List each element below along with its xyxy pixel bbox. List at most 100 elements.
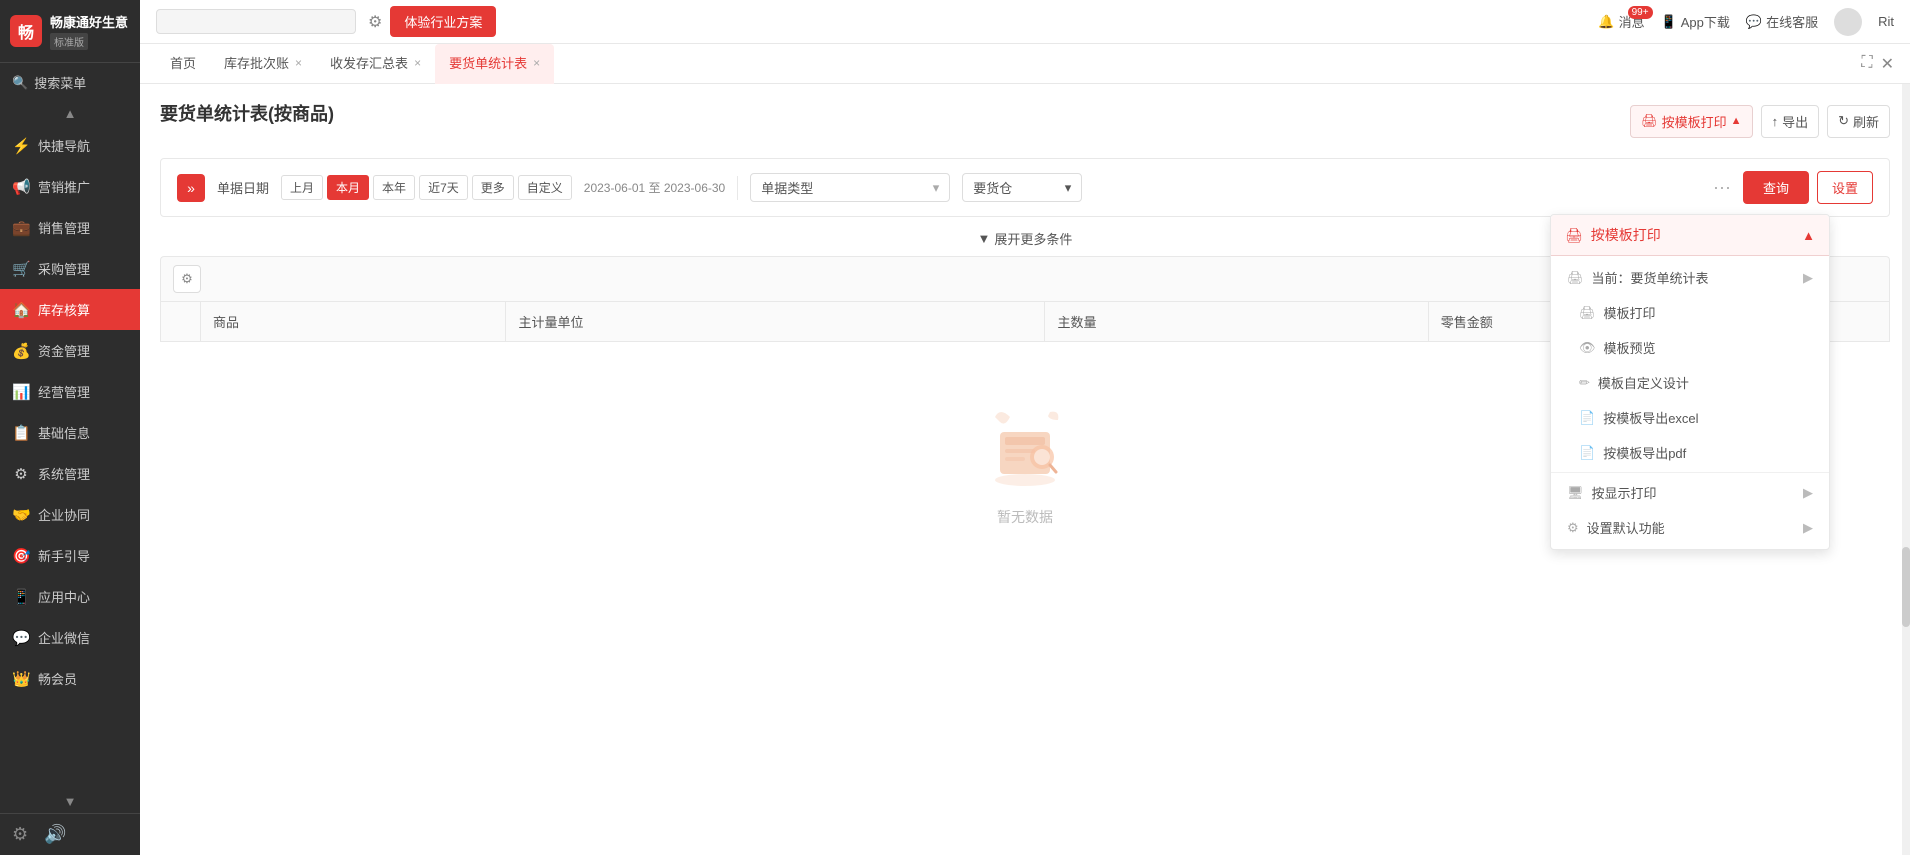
- expand-more-label: 展开更多条件: [994, 229, 1072, 248]
- set-default-label: 设置默认功能: [1587, 518, 1665, 537]
- notifications-btn[interactable]: 🔔 消息 99+: [1598, 12, 1644, 31]
- sidebar-item-kucun[interactable]: 🏠 库存核算: [0, 289, 140, 330]
- design-template-sub-item[interactable]: ✏ 模板自定义设计: [1551, 365, 1829, 400]
- date-btn-custom[interactable]: 自定义: [518, 175, 572, 200]
- print-divider-1: [1551, 472, 1829, 473]
- filter-bar: » 单据日期 上月 本月 本年 近7天 更多 自定义 2023-06-01 至 …: [160, 158, 1890, 217]
- topbar-search-input[interactable]: [165, 14, 347, 29]
- system-icon: ⚙: [12, 465, 30, 483]
- empty-state-icon: [980, 402, 1070, 492]
- print-dropdown-close-chevron[interactable]: ▲: [1802, 228, 1815, 243]
- username-text: Rit: [1878, 14, 1894, 29]
- tab-shoufahuizong-close[interactable]: ×: [414, 56, 421, 70]
- service-icon: 💬: [1746, 14, 1762, 30]
- bill-type-label: 单据类型: [761, 178, 813, 197]
- refresh-btn[interactable]: ↻ 刷新: [1827, 105, 1890, 138]
- trial-button[interactable]: 体验行业方案: [390, 6, 496, 37]
- set-default-item[interactable]: ⚙ 设置默认功能 ▶: [1551, 510, 1829, 545]
- sidebar-search[interactable]: 🔍 搜索菜单: [0, 63, 140, 102]
- more-options-btn[interactable]: ···: [1709, 171, 1735, 204]
- sidebar-item-yingxiao[interactable]: 📢 营销推广: [0, 166, 140, 207]
- sidebar-item-xinshou[interactable]: 🎯 新手引导: [0, 535, 140, 576]
- member-icon: 👑: [12, 670, 30, 688]
- sidebar-scroll-down[interactable]: ▼: [0, 790, 140, 813]
- tabs-close-icon[interactable]: ✕: [1881, 54, 1894, 74]
- app-download-btn[interactable]: 📱 App下载: [1661, 12, 1730, 31]
- expand-more-icon: ▼: [978, 231, 991, 246]
- sidebar-item-caigou[interactable]: 🛒 采购管理: [0, 248, 140, 289]
- topbar-gear-icon[interactable]: ⚙: [368, 12, 382, 32]
- nav-label-kuaijie: 快捷导航: [38, 136, 90, 155]
- date-btn-current-month[interactable]: 本月: [327, 175, 369, 200]
- yaohuo-chevron: ▾: [1065, 180, 1072, 196]
- export-btn[interactable]: ↑ 导出: [1761, 105, 1820, 138]
- marketing-icon: 📢: [12, 178, 30, 196]
- preview-template-sub-item[interactable]: 👁 模板预览: [1551, 330, 1829, 365]
- sidebar-scroll-up[interactable]: ▲: [0, 102, 140, 125]
- user-avatar-btn[interactable]: [1834, 8, 1862, 36]
- print-template-sub-item[interactable]: 🖨 模板打印: [1551, 295, 1829, 330]
- sidebar-item-qiye[interactable]: 🤝 企业协同: [0, 494, 140, 535]
- nav-label-qiye: 企业协同: [38, 505, 90, 524]
- sidebar-item-xiaoshou[interactable]: 💼 销售管理: [0, 207, 140, 248]
- table-settings-btn[interactable]: ⚙: [173, 265, 201, 293]
- print-dropdown-section: 🖨 当前：要货单统计表 ▶ 🖨 模板打印 👁 模板预览 ✏ 模板自定义设计: [1551, 256, 1829, 549]
- sidebar-item-jichu[interactable]: 📋 基础信息: [0, 412, 140, 453]
- tab-shoufahuizong[interactable]: 收发存汇总表 ×: [316, 44, 435, 84]
- export-excel-sub-item[interactable]: 📄 按模板导出excel: [1551, 400, 1829, 435]
- settings-icon[interactable]: ⚙: [12, 824, 28, 845]
- col-checkbox: [161, 302, 201, 342]
- print-current-item[interactable]: 🖨 当前：要货单统计表 ▶: [1551, 260, 1829, 295]
- date-btn-last-month[interactable]: 上月: [281, 175, 323, 200]
- filter-separator: [737, 176, 738, 200]
- expand-more-button[interactable]: ▼ 展开更多条件: [978, 229, 1073, 248]
- export-excel-sub-label: 按模板导出excel: [1603, 408, 1698, 427]
- print-template-label: 按模板打印: [1662, 112, 1727, 131]
- print-dropdown: 🖨 按模板打印 ▲ 🖨 当前：要货单统计表 ▶ 🖨 模板打印: [1550, 214, 1830, 550]
- sidebar-item-qiyeweixin[interactable]: 💬 企业微信: [0, 617, 140, 658]
- bill-type-select[interactable]: 单据类型 ▾: [750, 173, 950, 202]
- main-content: ⚙ 体验行业方案 🔔 消息 99+ 📱 App下载 💬 在线客服 Rit: [140, 0, 1910, 855]
- username-display: Rit: [1878, 14, 1894, 29]
- date-btn-last-7-days[interactable]: 近7天: [419, 175, 468, 200]
- yaohuo-warehouse-select[interactable]: 要货仓 ▾: [962, 173, 1082, 202]
- print-current-item-left: 🖨 当前：要货单统计表: [1567, 268, 1709, 287]
- sidebar-item-jingying[interactable]: 📊 经营管理: [0, 371, 140, 412]
- export-icon: ↑: [1772, 114, 1779, 129]
- col-quantity: 主数量: [1045, 302, 1428, 342]
- query-button[interactable]: 查询: [1743, 171, 1809, 204]
- settings-button[interactable]: 设置: [1817, 171, 1873, 204]
- print-template-btn[interactable]: 🖨 按模板打印 ▲: [1630, 105, 1752, 138]
- sidebar-item-xitong[interactable]: ⚙ 系统管理: [0, 453, 140, 494]
- refresh-label: 刷新: [1853, 112, 1879, 131]
- refresh-icon: ↻: [1838, 113, 1849, 129]
- date-btn-more[interactable]: 更多: [472, 175, 514, 200]
- export-pdf-sub-item[interactable]: 📄 按模板导出pdf: [1551, 435, 1829, 470]
- filter-expand-button[interactable]: »: [177, 174, 205, 202]
- date-filter-label: 单据日期: [217, 178, 269, 197]
- tab-kucun-pizhang[interactable]: 库存批次账 ×: [210, 44, 316, 84]
- page-title: 要货单统计表(按商品): [160, 100, 334, 126]
- sidebar-item-yingyong[interactable]: 📱 应用中心: [0, 576, 140, 617]
- print-current-label: 当前：要货单统计表: [1592, 268, 1709, 287]
- pdf-sub-icon: 📄: [1579, 445, 1595, 461]
- tab-yaohuo-tongji[interactable]: 要货单统计表 ×: [435, 44, 554, 84]
- sound-icon[interactable]: 🔊: [44, 824, 66, 845]
- flash-icon: ⚡: [12, 137, 30, 155]
- nav-label-yingyong: 应用中心: [38, 587, 90, 606]
- sidebar: 畅 畅康通好生意 标准版 🔍 搜索菜单 ▲ ⚡ 快捷导航 📢 营销推广 💼 销售…: [0, 0, 140, 855]
- sidebar-item-zijin[interactable]: 💰 资金管理: [0, 330, 140, 371]
- date-range-display: 2023-06-01 至 2023-06-30: [584, 179, 725, 196]
- tab-home[interactable]: 首页: [156, 44, 210, 84]
- topbar: ⚙ 体验行业方案 🔔 消息 99+ 📱 App下载 💬 在线客服 Rit: [140, 0, 1910, 44]
- tab-shoufahuizong-label: 收发存汇总表: [330, 53, 408, 72]
- online-service-btn[interactable]: 💬 在线客服: [1746, 12, 1818, 31]
- scrollbar-thumb[interactable]: [1902, 547, 1910, 627]
- date-btn-current-year[interactable]: 本年: [373, 175, 415, 200]
- sidebar-item-kuaijie[interactable]: ⚡ 快捷导航: [0, 125, 140, 166]
- tabs-maximize-icon[interactable]: ⛶: [1861, 54, 1872, 74]
- sidebar-item-huiyuan[interactable]: 👑 畅会员: [0, 658, 140, 699]
- display-print-item[interactable]: 🖥 按显示打印 ▶: [1551, 475, 1829, 510]
- tab-kucun-pizhang-close[interactable]: ×: [295, 56, 302, 70]
- tab-yaohuo-tongji-close[interactable]: ×: [533, 56, 540, 70]
